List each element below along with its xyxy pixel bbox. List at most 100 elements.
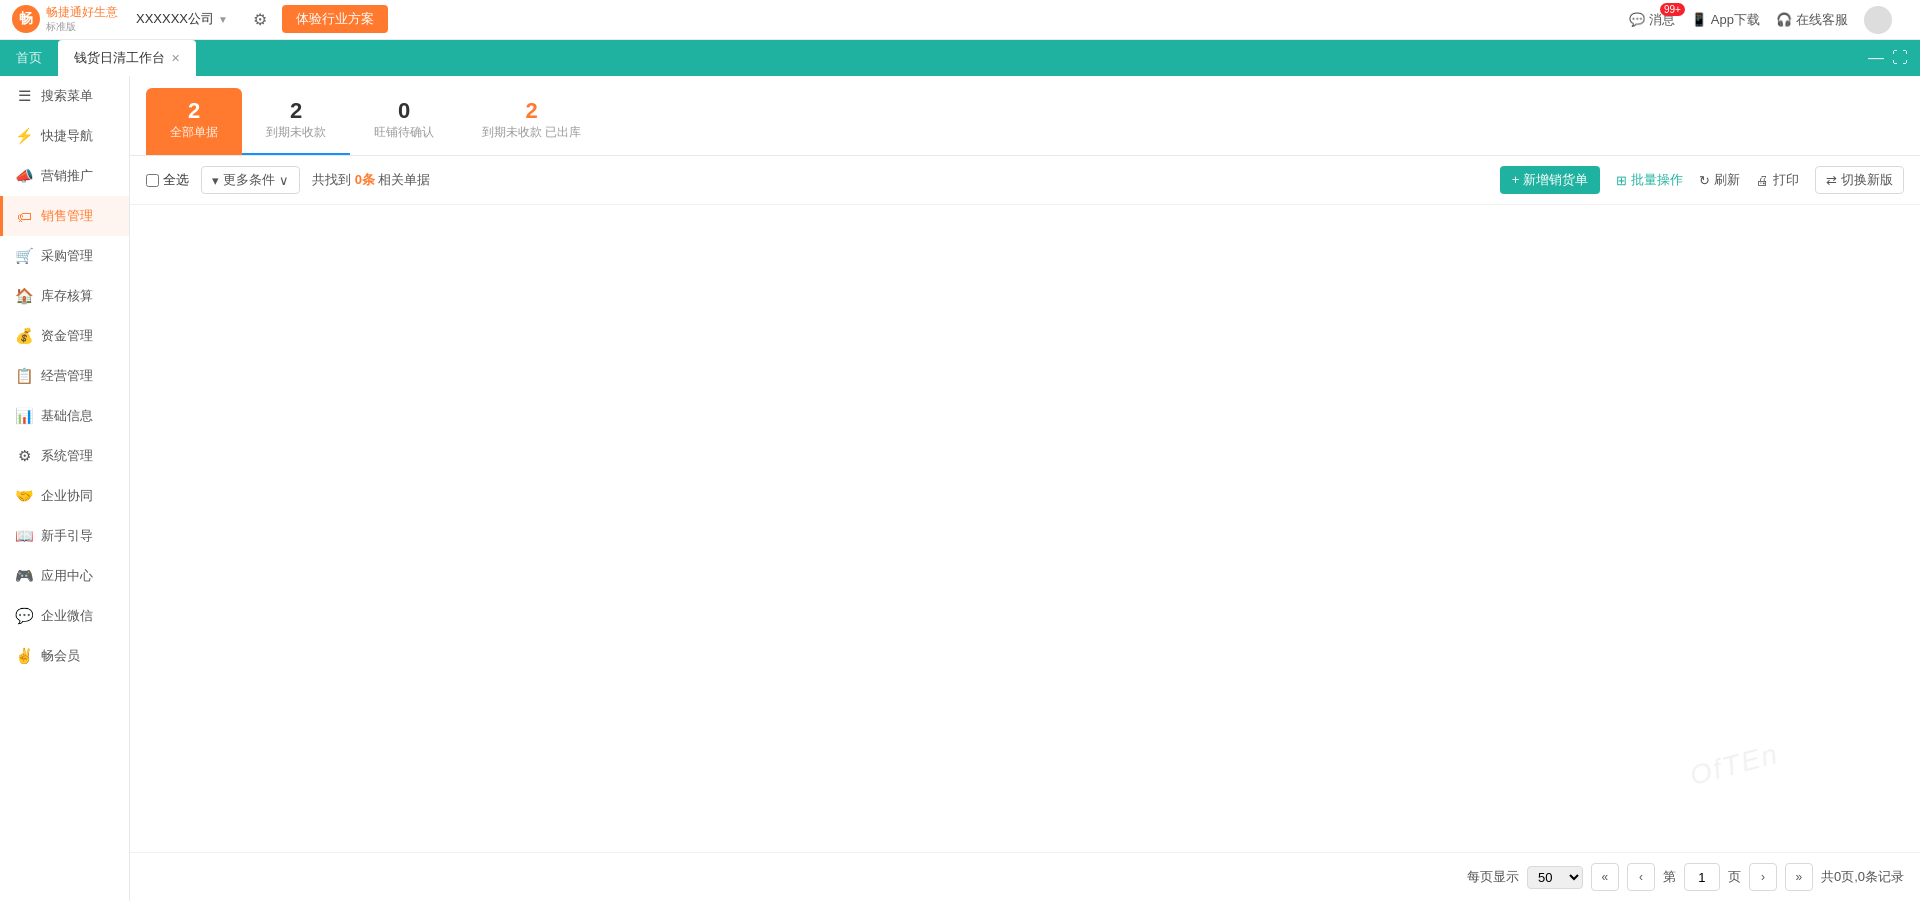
stat-tab-pending[interactable]: 0 旺铺待确认 [350, 88, 458, 155]
stat-all-label: 全部单据 [170, 124, 218, 141]
page-label-end: 页 [1728, 868, 1741, 886]
stats-tabs: 2 全部单据 2 到期未收款 0 旺铺待确认 2 到期未收款 已出库 [130, 76, 1920, 156]
minimize-icon[interactable]: — [1868, 49, 1884, 67]
basic-icon: 📊 [15, 407, 33, 425]
sidebar-item-operation[interactable]: 📋 经营管理 [0, 356, 129, 396]
print-icon: 🖨 [1756, 173, 1769, 188]
tab-actions: — ⛶ [1856, 40, 1920, 76]
tab-work-station-label: 钱货日清工作台 [74, 49, 165, 67]
last-page-button[interactable]: » [1785, 863, 1813, 891]
found-text: 共找到 0条 相关单据 [312, 171, 430, 189]
batch-button[interactable]: ⊞ 批量操作 [1616, 171, 1683, 189]
select-all-checkbox[interactable] [146, 174, 159, 187]
refresh-button[interactable]: ↻ 刷新 [1699, 171, 1740, 189]
found-suffix: 相关单据 [378, 172, 430, 187]
tab-home-label: 首页 [16, 49, 42, 67]
company-selector[interactable]: XXXXXX公司 ▼ [126, 6, 238, 32]
page-label: 第 [1663, 868, 1676, 886]
total-text: 共0页,0条记录 [1821, 868, 1904, 886]
settings-button[interactable]: ⚙ [246, 5, 274, 33]
batch-icon: ⊞ [1616, 173, 1627, 188]
sidebar-item-inventory[interactable]: 🏠 库存核算 [0, 276, 129, 316]
filter-label: 更多条件 [223, 171, 275, 189]
stat-tab-all[interactable]: 2 全部单据 [146, 88, 242, 155]
sidebar-item-purchase[interactable]: 🛒 采购管理 [0, 236, 129, 276]
switch-version-button[interactable]: ⇄ 切换新版 [1815, 166, 1904, 194]
search-menu-icon: ☰ [15, 87, 33, 105]
select-all-label: 全选 [163, 171, 189, 189]
switch-label: 切换新版 [1841, 171, 1893, 189]
avatar[interactable] [1864, 6, 1892, 34]
online-service-icon: 🎧 [1776, 12, 1792, 27]
sidebar-item-marketing[interactable]: 📣 营销推广 [0, 156, 129, 196]
sidebar-item-system[interactable]: ⚙ 系统管理 [0, 436, 129, 476]
sidebar-item-finance[interactable]: 💰 资金管理 [0, 316, 129, 356]
stat-pending-label: 旺铺待确认 [374, 124, 434, 141]
sidebar-item-inventory-label: 库存核算 [41, 287, 93, 305]
appstore-icon: 🎮 [15, 567, 33, 585]
quicknav-icon: ⚡ [15, 127, 33, 145]
sidebar-item-quicknav[interactable]: ⚡ 快捷导航 [0, 116, 129, 156]
maximize-icon[interactable]: ⛶ [1892, 49, 1908, 67]
first-page-button[interactable]: « [1591, 863, 1619, 891]
refresh-icon: ↻ [1699, 173, 1710, 188]
main-layout: ☰ 搜索菜单 ⚡ 快捷导航 📣 营销推广 🏷 销售管理 🛒 采购管理 🏠 库存核… [0, 76, 1920, 901]
app-download-label: App下载 [1711, 11, 1760, 29]
sidebar-item-search-label: 搜索菜单 [41, 87, 93, 105]
sidebar-item-guide[interactable]: 📖 新手引导 [0, 516, 129, 556]
message-button[interactable]: 💬 消息 99+ [1629, 11, 1675, 29]
inventory-icon: 🏠 [15, 287, 33, 305]
message-icon: 💬 [1629, 12, 1645, 27]
pagination-bar: 每页显示 50 20 100 « ‹ 第 页 › » 共0页,0条记录 [130, 852, 1920, 901]
prev-page-button[interactable]: ‹ [1627, 863, 1655, 891]
sidebar-item-enterprise[interactable]: 🤝 企业协同 [0, 476, 129, 516]
online-service-button[interactable]: 🎧 在线客服 [1776, 11, 1848, 29]
header-left: 畅 畅捷通好生意 标准版 XXXXXX公司 ▼ ⚙ 体验行业方案 [12, 5, 388, 33]
app-download-button[interactable]: 📱 App下载 [1691, 11, 1760, 29]
tab-close-icon[interactable]: ✕ [171, 52, 180, 65]
batch-label: 批量操作 [1631, 171, 1683, 189]
stat-overdue-label: 到期未收款 [266, 124, 326, 141]
tab-home[interactable]: 首页 [0, 40, 58, 76]
logo-text: 畅捷通好生意 [46, 5, 118, 19]
stat-shipped-number: 2 [482, 98, 581, 124]
content-area: 2 全部单据 2 到期未收款 0 旺铺待确认 2 到期未收款 已出库 全选 [130, 76, 1920, 901]
next-page-button[interactable]: › [1749, 863, 1777, 891]
sidebar-item-system-label: 系统管理 [41, 447, 93, 465]
stat-tab-overdue[interactable]: 2 到期未收款 [242, 88, 350, 155]
page-input[interactable] [1684, 863, 1720, 891]
filter-icon: ▾ [212, 173, 219, 188]
sidebar-item-basic-label: 基础信息 [41, 407, 93, 425]
stat-pending-number: 0 [374, 98, 434, 124]
message-badge: 99+ [1660, 3, 1685, 16]
toolbar-right: + 新增销货单 ⊞ 批量操作 ↻ 刷新 🖨 打印 ⇄ 切换新版 [1500, 166, 1904, 194]
per-page-select[interactable]: 50 20 100 [1527, 866, 1583, 889]
per-page-label: 每页显示 [1467, 868, 1519, 886]
sidebar-item-appstore[interactable]: 🎮 应用中心 [0, 556, 129, 596]
online-service-label: 在线客服 [1796, 11, 1848, 29]
sidebar-item-search[interactable]: ☰ 搜索菜单 [0, 76, 129, 116]
stat-tab-shipped[interactable]: 2 到期未收款 已出库 [458, 88, 605, 155]
found-count: 0条 [355, 172, 375, 187]
sidebar-item-finance-label: 资金管理 [41, 327, 93, 345]
sidebar-item-sales[interactable]: 🏷 销售管理 [0, 196, 129, 236]
filter-button[interactable]: ▾ 更多条件 ∨ [201, 166, 300, 194]
sidebar-item-basic[interactable]: 📊 基础信息 [0, 396, 129, 436]
logo-icon: 畅 [12, 5, 40, 33]
logo-sub: 标准版 [46, 20, 118, 34]
tab-work-station[interactable]: 钱货日清工作台 ✕ [58, 40, 196, 76]
print-button[interactable]: 🖨 打印 [1756, 171, 1799, 189]
select-all-checkbox-label[interactable]: 全选 [146, 171, 189, 189]
switch-icon: ⇄ [1826, 173, 1837, 188]
guide-icon: 📖 [15, 527, 33, 545]
add-sale-button[interactable]: + 新增销货单 [1500, 166, 1600, 194]
stat-overdue-number: 2 [266, 98, 326, 124]
logo-area: 畅 畅捷通好生意 标准版 [12, 5, 118, 33]
sidebar-item-appstore-label: 应用中心 [41, 567, 93, 585]
nav-tabs: 首页 钱货日清工作台 ✕ — ⛶ [0, 40, 1920, 76]
sidebar-item-wechat[interactable]: 💬 企业微信 [0, 596, 129, 636]
experience-button[interactable]: 体验行业方案 [282, 5, 388, 33]
sidebar-item-enterprise-label: 企业协同 [41, 487, 93, 505]
stat-shipped-label: 到期未收款 已出库 [482, 124, 581, 141]
sidebar-item-member[interactable]: ✌ 畅会员 [0, 636, 129, 676]
